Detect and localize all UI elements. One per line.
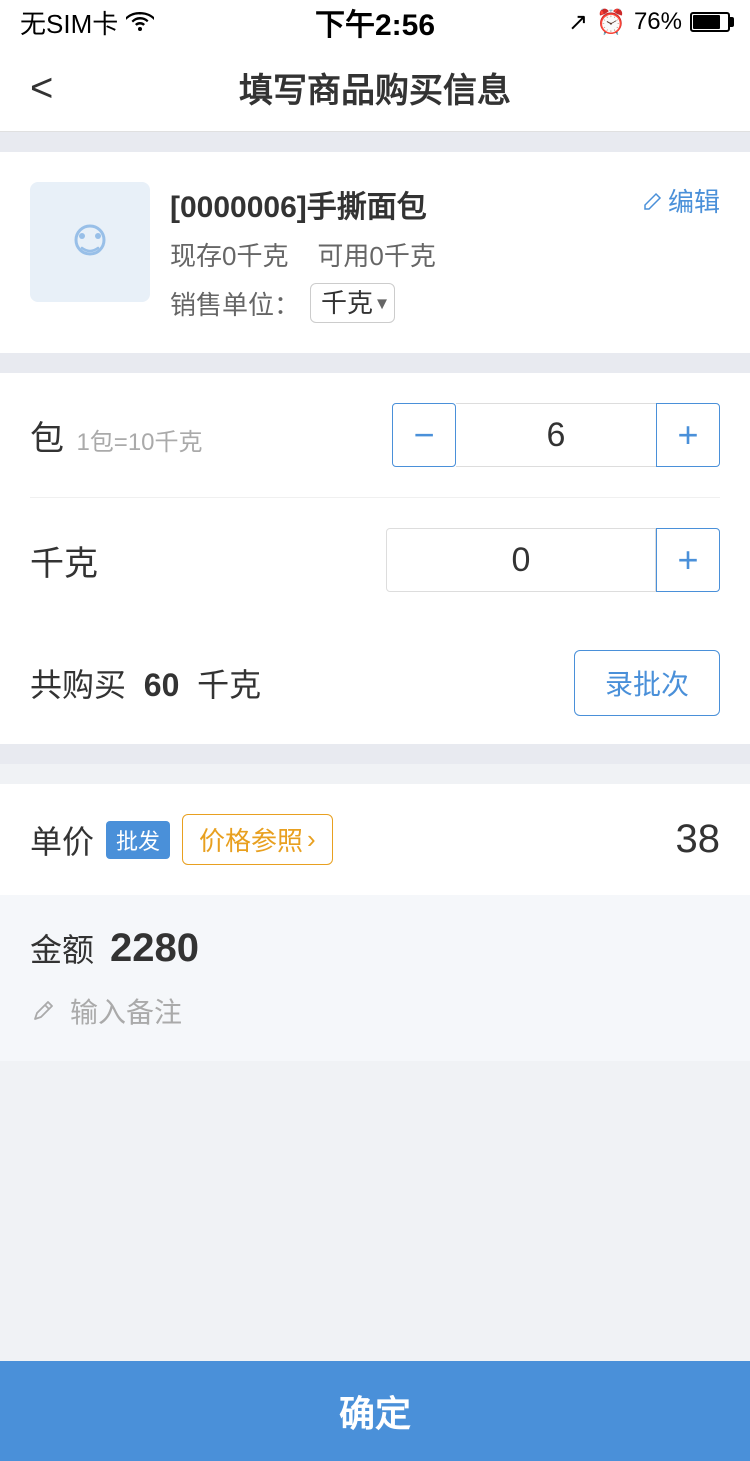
carrier-label: 无SIM卡 [20,4,118,41]
batch-button[interactable]: 录批次 [574,650,720,716]
status-bar: 无SIM卡 下午2:56 ↗ ⏰ 76% [0,0,750,44]
note-placeholder[interactable]: 输入备注 [70,991,182,1031]
separator-1 [0,132,750,152]
battery-icon [690,12,730,32]
note-icon [30,997,58,1025]
total-text: 共购买 60 千克 [30,660,261,706]
page-title: 填写商品购买信息 [239,63,511,112]
kg-qty-control: + [386,528,720,592]
package-minus-button[interactable]: − [392,403,456,467]
gps-icon: ↗ [568,8,588,37]
note-row[interactable]: 输入备注 [30,991,720,1031]
edit-button[interactable]: 编辑 [642,182,720,219]
pifa-badge: 批发 [106,821,170,859]
kg-plus-button[interactable]: + [656,528,720,592]
status-time: 下午2:56 [315,0,435,44]
product-info: [0000006]手撕面包 编辑 现存0千克 可用0千克 销售单位： 千克 [170,182,720,323]
price-label-group: 单价 批发 价格参照 › [30,814,333,865]
product-title: [0000006]手撕面包 [170,182,427,226]
amount-section: 金额 2280 输入备注 [0,895,750,1061]
price-section: 单价 批发 价格参照 › 38 [0,784,750,895]
unit-select-wrap[interactable]: 千克 [310,283,395,323]
input-section: 包 1包=10千克 − + 千克 + [0,373,750,622]
confirm-button[interactable]: 确定 [0,1361,750,1461]
package-label: 包 [30,420,64,458]
empty-space [0,1061,750,1361]
product-image [30,182,150,302]
kg-qty-input[interactable] [386,528,656,592]
price-row: 单价 批发 价格参照 › 38 [30,814,720,865]
price-label: 单价 [30,817,94,863]
unit-select[interactable]: 千克 [310,283,395,323]
package-qty-control: − + [392,403,720,467]
product-card: [0000006]手撕面包 编辑 现存0千克 可用0千克 销售单位： 千克 [0,152,750,353]
price-value: 38 [676,817,721,862]
amount-label: 金额 [30,925,94,971]
amount-value: 2280 [110,926,199,971]
package-plus-button[interactable]: + [656,403,720,467]
battery-percent: 76% [634,8,682,36]
separator-3 [0,744,750,764]
amount-row: 金额 2280 [30,925,720,971]
product-stock: 现存0千克 可用0千克 [170,236,720,273]
wifi-icon [126,7,154,38]
kg-row: 千克 + [30,498,720,622]
package-row: 包 1包=10千克 − + [30,373,720,498]
product-unit-row: 销售单位： 千克 [170,283,720,323]
alarm-icon: ⏰ [596,8,626,37]
back-button[interactable]: < [30,68,53,108]
kg-label: 千克 [30,545,98,583]
separator-2 [0,353,750,373]
total-section: 共购买 60 千克 录批次 [0,622,750,744]
price-ref-button[interactable]: 价格参照 › [182,814,333,865]
nav-bar: < 填写商品购买信息 [0,44,750,132]
package-sublabel: 1包=10千克 [76,429,202,456]
package-qty-input[interactable] [456,403,656,467]
